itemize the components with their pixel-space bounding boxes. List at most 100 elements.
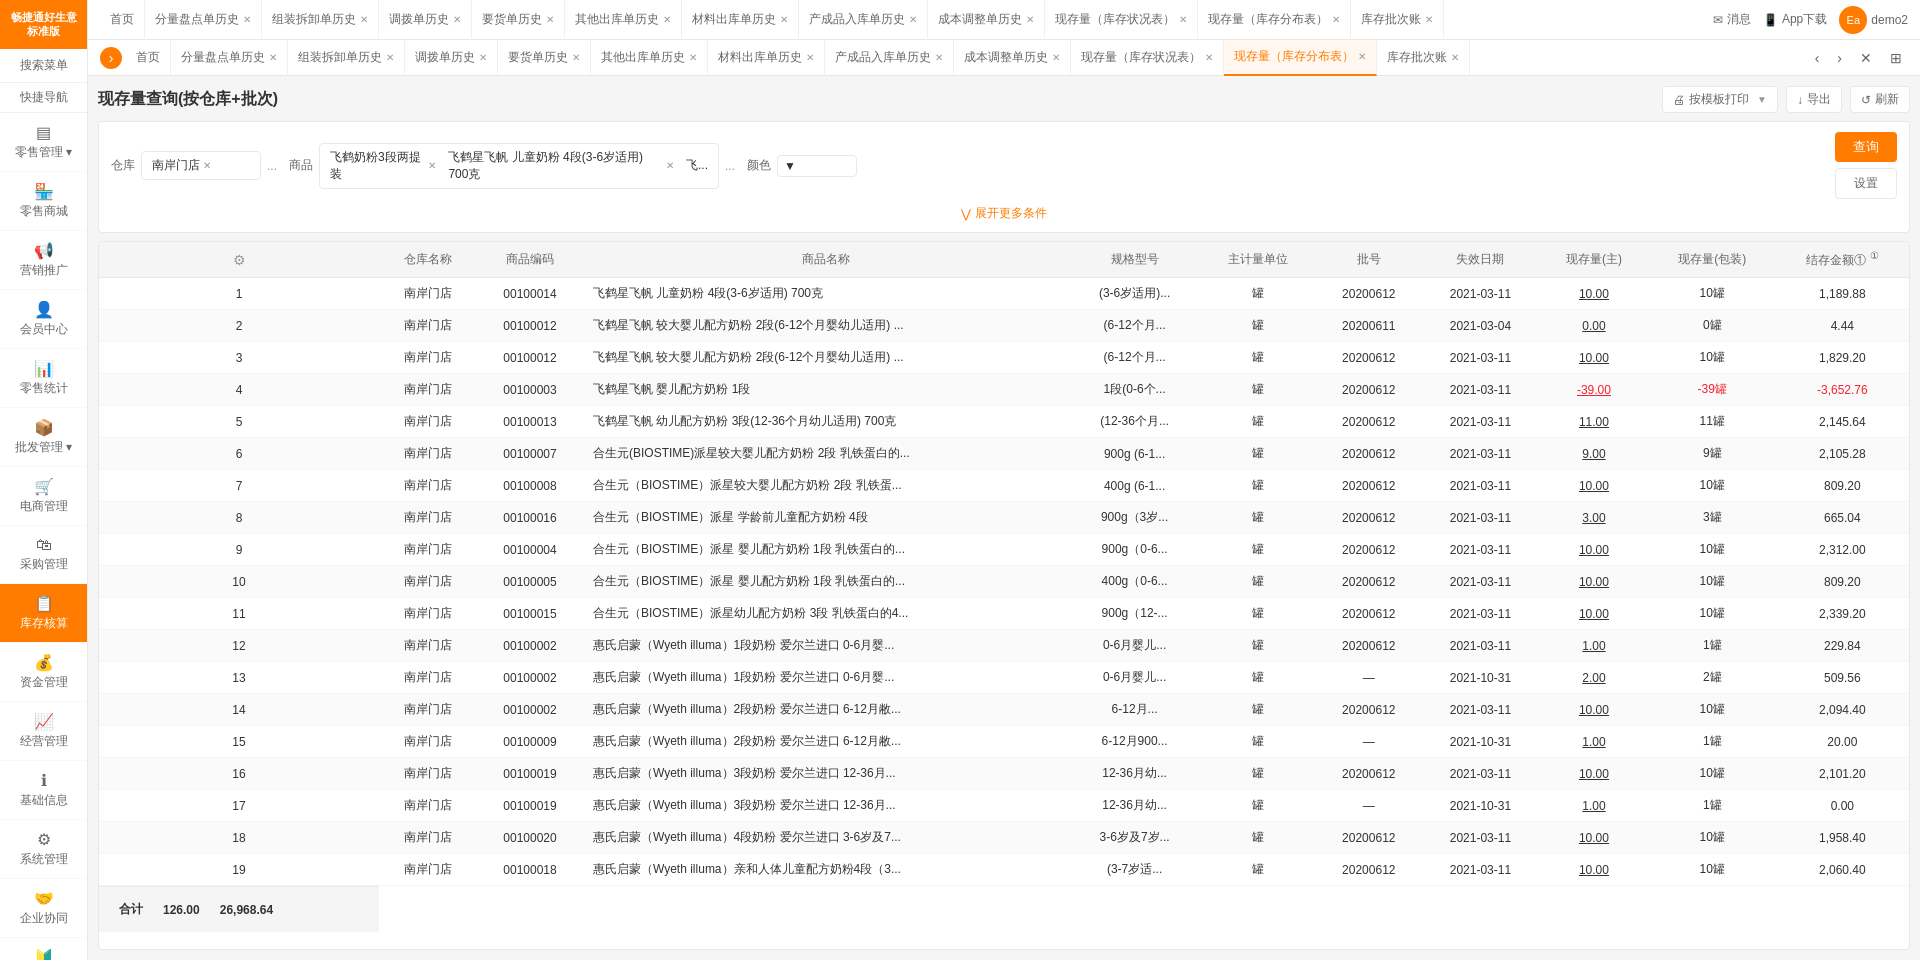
- sidebar-item-ops-mgmt[interactable]: 📈经营管理: [0, 702, 87, 761]
- topbar-tab-close-disassemble-history[interactable]: ✕: [360, 14, 368, 25]
- secondary-tab-close-product-in[interactable]: ✕: [935, 52, 943, 63]
- secondary-tab-close-disassemble[interactable]: ✕: [386, 52, 394, 63]
- secondary-tab-close-inv-dist[interactable]: ✕: [1358, 51, 1366, 62]
- tab-prev-btn[interactable]: ‹: [1809, 50, 1826, 66]
- topbar-tab-cost-adjust-history[interactable]: 成本调整单历史✕: [928, 0, 1045, 40]
- secondary-tab-disassemble[interactable]: 组装拆卸单历史✕: [288, 40, 405, 76]
- sidebar-item-retail-stats[interactable]: 📊零售统计: [0, 349, 87, 408]
- secondary-tab-batch-ledger2[interactable]: 库存批次账✕: [1377, 40, 1470, 76]
- topbar-tab-claim-history[interactable]: 要货单历史✕: [472, 0, 565, 40]
- row-qty-main-16[interactable]: 10.00: [1539, 758, 1649, 790]
- filter-expand-btn[interactable]: ⋁ 展开更多条件: [961, 205, 1047, 222]
- product-tag-group[interactable]: 飞鹤奶粉3段两提装 ✕ 飞鹤星飞帆 儿童奶粉 4段(3-6岁适用) 700克 ✕…: [319, 143, 719, 189]
- row-qty-main-1[interactable]: 10.00: [1539, 278, 1649, 310]
- secondary-tab-product-in[interactable]: 产成品入库单历史✕: [825, 40, 954, 76]
- secondary-tab-material-out[interactable]: 材料出库单历史✕: [708, 40, 825, 76]
- warehouse-tag-close[interactable]: ✕: [203, 160, 211, 171]
- sidebar-item-retail-mgmt[interactable]: ▤零售管理 ▾: [0, 113, 87, 172]
- row-qty-main-13[interactable]: 2.00: [1539, 662, 1649, 694]
- query-btn[interactable]: 查询: [1835, 132, 1897, 162]
- sidebar-item-inventory-check[interactable]: 📋库存核算: [0, 584, 87, 643]
- row-qty-main-17[interactable]: 1.00: [1539, 790, 1649, 822]
- row-qty-main-8[interactable]: 3.00: [1539, 502, 1649, 534]
- warehouse-more[interactable]: ...: [267, 159, 277, 173]
- topbar-tab-close-other-out-history[interactable]: ✕: [663, 14, 671, 25]
- product-tag-3[interactable]: 飞...: [682, 155, 712, 176]
- sidebar-item-finance-mgmt[interactable]: 💰资金管理: [0, 643, 87, 702]
- secondary-tab-split-inv[interactable]: 分量盘点单历史✕: [171, 40, 288, 76]
- topbar-tab-home[interactable]: 首页: [100, 0, 145, 40]
- topbar-tab-inventory-dist[interactable]: 现存量（库存分布表）✕: [1198, 0, 1351, 40]
- export-btn[interactable]: ↓ 导出: [1786, 86, 1842, 113]
- sidebar-item-sys-mgmt[interactable]: ⚙系统管理: [0, 820, 87, 879]
- secondary-tab-close-adjust[interactable]: ✕: [479, 52, 487, 63]
- user-menu[interactable]: Ea demo2: [1839, 6, 1908, 34]
- product-tag-2[interactable]: 飞鹤星飞帆 儿童奶粉 4段(3-6岁适用) 700克 ✕: [444, 147, 678, 185]
- secondary-tab-close-other-out[interactable]: ✕: [689, 52, 697, 63]
- secondary-tab-close-claim[interactable]: ✕: [572, 52, 580, 63]
- row-qty-main-3[interactable]: 10.00: [1539, 342, 1649, 374]
- topbar-tab-close-material-out-history[interactable]: ✕: [780, 14, 788, 25]
- secondary-tab-claim[interactable]: 要货单历史✕: [498, 40, 591, 76]
- product-tag-close-2[interactable]: ✕: [666, 160, 674, 171]
- sidebar-item-marketing[interactable]: 📢营销推广: [0, 231, 87, 290]
- secondary-tab-adjust[interactable]: 调拨单历史✕: [405, 40, 498, 76]
- sidebar-item-retail-mall[interactable]: 🏪零售商城: [0, 172, 87, 231]
- topbar-tab-close-inventory-status[interactable]: ✕: [1179, 14, 1187, 25]
- secondary-tab-home2[interactable]: 首页: [126, 40, 171, 76]
- topbar-tab-material-out-history[interactable]: 材料出库单历史✕: [682, 0, 799, 40]
- sidebar-quicknav[interactable]: 快捷导航: [0, 83, 87, 113]
- tab-menu-btn[interactable]: ⊞: [1884, 50, 1908, 66]
- topbar-tab-close-batch-ledger[interactable]: ✕: [1425, 14, 1433, 25]
- sidebar-item-enterprise-collab[interactable]: 🤝企业协同: [0, 879, 87, 938]
- row-qty-main-7[interactable]: 10.00: [1539, 470, 1649, 502]
- refresh-btn[interactable]: ↺ 刷新: [1850, 86, 1910, 113]
- secondary-tab-inv-dist[interactable]: 现存量（库存分布表）✕: [1224, 40, 1377, 76]
- secondary-tab-inv-status[interactable]: 现存量（库存状况表）✕: [1071, 40, 1224, 76]
- secondary-tab-close-split-inv[interactable]: ✕: [269, 52, 277, 63]
- color-tag-group[interactable]: ▼: [777, 155, 857, 177]
- secondary-tab-close-cost-adj[interactable]: ✕: [1052, 52, 1060, 63]
- row-qty-main-6[interactable]: 9.00: [1539, 438, 1649, 470]
- topbar-tab-adjust-history[interactable]: 调拨单历史✕: [379, 0, 472, 40]
- secondary-tab-close-inv-status[interactable]: ✕: [1205, 52, 1213, 63]
- app-download-btn[interactable]: 📱 App下载: [1763, 11, 1827, 28]
- row-qty-main-19[interactable]: 10.00: [1539, 854, 1649, 886]
- sidebar-item-ecom-mgmt[interactable]: 🛒电商管理: [0, 467, 87, 526]
- tab-next-btn[interactable]: ›: [1831, 50, 1848, 66]
- sidebar-item-new-guide[interactable]: 🔰新手引导: [0, 938, 87, 960]
- filter-settings-btn[interactable]: 设置: [1835, 168, 1897, 199]
- secondary-tab-other-out[interactable]: 其他出库单历史✕: [591, 40, 708, 76]
- topbar-tab-inventory-status[interactable]: 现存量（库存状况表）✕: [1045, 0, 1198, 40]
- toggle-btn[interactable]: ›: [100, 47, 122, 69]
- row-qty-main-12[interactable]: 1.00: [1539, 630, 1649, 662]
- row-qty-main-2[interactable]: 0.00: [1539, 310, 1649, 342]
- row-qty-main-5[interactable]: 11.00: [1539, 406, 1649, 438]
- tab-close-all-btn[interactable]: ✕: [1854, 50, 1878, 66]
- row-qty-main-10[interactable]: 10.00: [1539, 566, 1649, 598]
- row-qty-main-18[interactable]: 10.00: [1539, 822, 1649, 854]
- sidebar-item-batch-mgmt[interactable]: 📦批发管理 ▾: [0, 408, 87, 467]
- product-tag-close-1[interactable]: ✕: [428, 160, 436, 171]
- topbar-tab-close-adjust-history[interactable]: ✕: [453, 14, 461, 25]
- topbar-tab-close-claim-history[interactable]: ✕: [546, 14, 554, 25]
- topbar-tab-close-split-inventory-history[interactable]: ✕: [243, 14, 251, 25]
- topbar-tab-close-cost-adjust-history[interactable]: ✕: [1026, 14, 1034, 25]
- secondary-tab-close-material-out[interactable]: ✕: [806, 52, 814, 63]
- sidebar-item-basic-info[interactable]: ℹ基础信息: [0, 761, 87, 820]
- message-btn[interactable]: ✉ 消息: [1713, 11, 1751, 28]
- row-qty-main-4[interactable]: -39.00: [1539, 374, 1649, 406]
- sidebar-search[interactable]: 搜索菜单: [0, 49, 87, 83]
- row-qty-main-9[interactable]: 10.00: [1539, 534, 1649, 566]
- topbar-tab-close-product-in-history[interactable]: ✕: [909, 14, 917, 25]
- row-qty-main-14[interactable]: 10.00: [1539, 694, 1649, 726]
- topbar-tab-batch-ledger[interactable]: 库存批次账✕: [1351, 0, 1444, 40]
- column-settings-icon[interactable]: ⚙: [233, 252, 246, 268]
- product-more[interactable]: ...: [725, 159, 735, 173]
- secondary-tab-cost-adj[interactable]: 成本调整单历史✕: [954, 40, 1071, 76]
- sidebar-item-purchase-mgmt[interactable]: 🛍采购管理: [0, 526, 87, 584]
- topbar-tab-product-in-history[interactable]: 产成品入库单历史✕: [799, 0, 928, 40]
- topbar-tab-disassemble-history[interactable]: 组装拆卸单历史✕: [262, 0, 379, 40]
- product-tag-1[interactable]: 飞鹤奶粉3段两提装 ✕: [326, 147, 440, 185]
- topbar-tab-close-inventory-dist[interactable]: ✕: [1332, 14, 1340, 25]
